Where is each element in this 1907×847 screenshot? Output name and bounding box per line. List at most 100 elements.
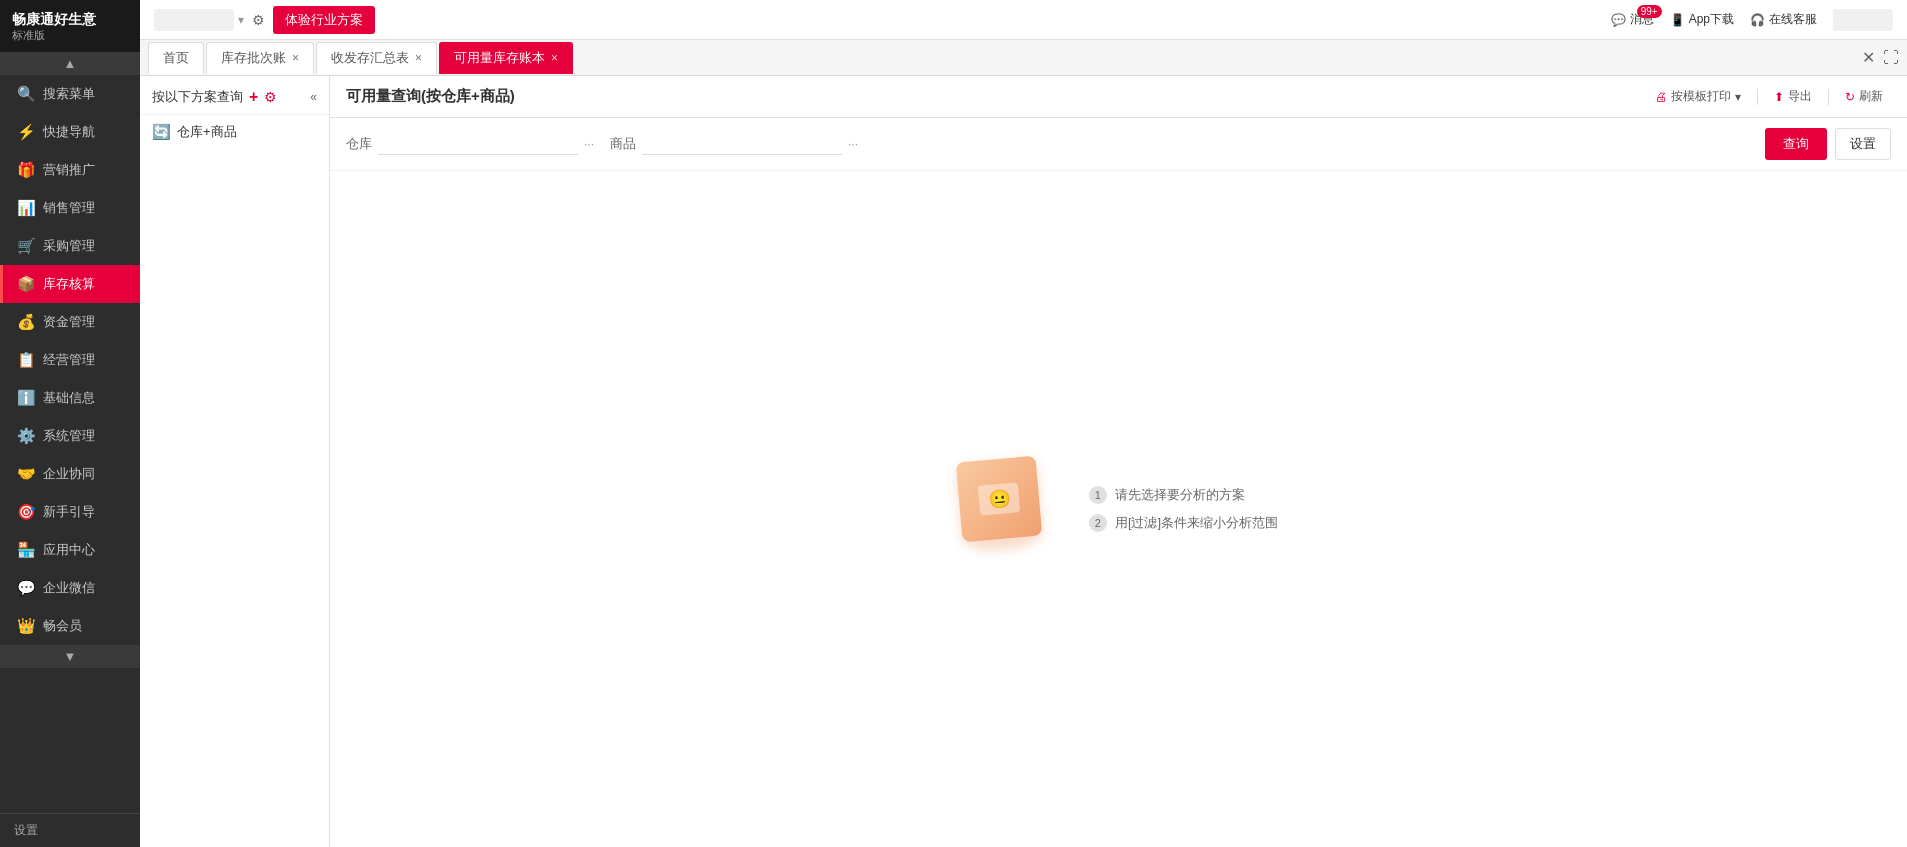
sidebar-item-quick-nav[interactable]: ⚡ 快捷导航 xyxy=(0,113,140,151)
trial-btn[interactable]: 体验行业方案 xyxy=(273,6,375,34)
topbar-chevron-icon[interactable]: ▾ xyxy=(238,13,244,27)
sidebar-item-system[interactable]: ⚙️ 系统管理 xyxy=(0,417,140,455)
refresh-label: 刷新 xyxy=(1859,88,1883,105)
tab-home-label: 首页 xyxy=(163,49,189,67)
search-icon: 🔍 xyxy=(17,85,35,103)
sidebar: 畅康通好生意 标准版 ▲ 🔍 搜索菜单 ⚡ 快捷导航 🎁 营销推广 📊 销售管理… xyxy=(0,0,140,847)
sidebar-item-enterprise[interactable]: 🤝 企业协同 xyxy=(0,455,140,493)
filter-item-warehouse-product[interactable]: 🔄 仓库+商品 xyxy=(140,115,329,149)
topbar: ▾ ⚙ 体验行业方案 💬 消息 99+ 📱 App下载 🎧 在线客服 xyxy=(140,0,1907,40)
message-btn[interactable]: 💬 消息 99+ xyxy=(1611,11,1654,28)
page-header: 可用量查询(按仓库+商品) 🖨 按模板打印 ▾ ⬆ 导出 ↻ xyxy=(330,76,1907,118)
tab-batch-account[interactable]: 库存批次账 × xyxy=(206,42,314,74)
tab-batch-account-close[interactable]: × xyxy=(292,51,299,65)
page-actions: 🖨 按模板打印 ▾ ⬆ 导出 ↻ 刷新 xyxy=(1647,84,1891,109)
action-divider-1 xyxy=(1757,89,1758,105)
sidebar-item-label: 畅会员 xyxy=(43,617,82,635)
sidebar-scroll-up[interactable]: ▲ xyxy=(0,52,140,75)
filter-panel-header: 按以下方案查询 + ⚙ « xyxy=(140,88,329,115)
query-actions: 查询 设置 xyxy=(1765,128,1891,160)
sidebar-item-newbie[interactable]: 🎯 新手引导 xyxy=(0,493,140,531)
enterprise-icon: 🤝 xyxy=(17,465,35,483)
hint-text-2: 用[过滤]条件来缩小分析范围 xyxy=(1115,514,1278,532)
sidebar-item-sales[interactable]: 📊 销售管理 xyxy=(0,189,140,227)
sidebar-item-label: 应用中心 xyxy=(43,541,95,559)
filter-add-icon[interactable]: + xyxy=(249,88,258,106)
tab-available-ledger-close[interactable]: × xyxy=(551,51,558,65)
query-bar: 仓库 ··· 商品 ··· 查询 设置 xyxy=(330,118,1907,171)
hint-item-2: 2 用[过滤]条件来缩小分析范围 xyxy=(1089,514,1278,532)
empty-face-icon: 😐 xyxy=(978,482,1020,515)
sidebar-item-appstore[interactable]: 🏪 应用中心 xyxy=(0,531,140,569)
sidebar-item-purchase[interactable]: 🛒 采购管理 xyxy=(0,227,140,265)
appstore-icon: 🏪 xyxy=(17,541,35,559)
vip-icon: 👑 xyxy=(17,617,35,635)
empty-icon-area: 😐 xyxy=(959,459,1059,559)
print-icon: 🖨 xyxy=(1655,90,1667,104)
query-btn[interactable]: 查询 xyxy=(1765,128,1827,160)
basic-icon: ℹ️ xyxy=(17,389,35,407)
product-input[interactable] xyxy=(642,133,842,155)
sidebar-item-wechat[interactable]: 💬 企业微信 xyxy=(0,569,140,607)
warehouse-label: 仓库 xyxy=(346,135,372,153)
message-badge: 99+ xyxy=(1637,5,1662,18)
product-field: 商品 ··· xyxy=(610,133,858,155)
close-window-icon[interactable]: ✕ xyxy=(1862,48,1875,67)
empty-hints: 1 请先选择要分析的方案 2 用[过滤]条件来缩小分析范围 xyxy=(1089,486,1278,532)
sidebar-item-marketing[interactable]: 🎁 营销推广 xyxy=(0,151,140,189)
empty-state: 😐 1 请先选择要分析的方案 2 用[过滤]条件来缩小分析范围 xyxy=(330,171,1907,847)
sidebar-item-label: 新手引导 xyxy=(43,503,95,521)
sidebar-item-inventory[interactable]: 📦 库存核算 xyxy=(0,265,140,303)
sidebar-item-operation[interactable]: 📋 经营管理 xyxy=(0,341,140,379)
sidebar-item-vip[interactable]: 👑 畅会员 xyxy=(0,607,140,645)
purchase-icon: 🛒 xyxy=(17,237,35,255)
app-download-btn[interactable]: 📱 App下载 xyxy=(1670,11,1734,28)
operation-icon: 📋 xyxy=(17,351,35,369)
tab-available-ledger[interactable]: 可用量库存账本 × xyxy=(439,42,573,74)
user-avatar-area[interactable] xyxy=(1833,9,1893,31)
sidebar-item-label: 系统管理 xyxy=(43,427,95,445)
sidebar-item-label: 资金管理 xyxy=(43,313,95,331)
tab-batch-account-label: 库存批次账 xyxy=(221,49,286,67)
app-download-label: App下载 xyxy=(1689,11,1734,28)
sidebar-item-label: 基础信息 xyxy=(43,389,95,407)
warehouse-more-btn[interactable]: ··· xyxy=(584,137,594,151)
hint-num-2: 2 xyxy=(1089,514,1107,532)
warehouse-input[interactable] xyxy=(378,133,578,155)
settings-btn[interactable]: 设置 xyxy=(1835,128,1891,160)
sidebar-item-finance[interactable]: 💰 资金管理 xyxy=(0,303,140,341)
online-service-btn[interactable]: 🎧 在线客服 xyxy=(1750,11,1817,28)
finance-icon: 💰 xyxy=(17,313,35,331)
sidebar-logo: 畅康通好生意 标准版 xyxy=(0,0,140,52)
message-icon: 💬 xyxy=(1611,13,1626,27)
hint-item-1: 1 请先选择要分析的方案 xyxy=(1089,486,1278,504)
warehouse-field: 仓库 ··· xyxy=(346,133,594,155)
quick-nav-icon: ⚡ xyxy=(17,123,35,141)
app-subtitle: 标准版 xyxy=(12,28,128,42)
sidebar-scroll-down[interactable]: ▼ xyxy=(0,645,140,668)
print-label: 按模板打印 xyxy=(1671,88,1731,105)
sidebar-item-label: 搜索菜单 xyxy=(43,85,95,103)
product-more-btn[interactable]: ··· xyxy=(848,137,858,151)
tab-receipt-summary[interactable]: 收发存汇总表 × xyxy=(316,42,437,74)
tab-receipt-summary-close[interactable]: × xyxy=(415,51,422,65)
empty-box: 😐 xyxy=(956,456,1043,543)
content-area: 按以下方案查询 + ⚙ « 🔄 仓库+商品 可用量查询(按仓库+商品) 🖨 按模… xyxy=(140,76,1907,847)
refresh-icon: ↻ xyxy=(1845,90,1855,104)
filter-settings-icon[interactable]: ⚙ xyxy=(264,89,277,105)
sidebar-item-search[interactable]: 🔍 搜索菜单 xyxy=(0,75,140,113)
print-btn[interactable]: 🖨 按模板打印 ▾ xyxy=(1647,84,1749,109)
hint-text-1: 请先选择要分析的方案 xyxy=(1115,486,1245,504)
expand-window-icon[interactable]: ⛶ xyxy=(1883,49,1899,67)
topbar-gear-icon[interactable]: ⚙ xyxy=(252,12,265,28)
export-label: 导出 xyxy=(1788,88,1812,105)
refresh-btn[interactable]: ↻ 刷新 xyxy=(1837,84,1891,109)
export-btn[interactable]: ⬆ 导出 xyxy=(1766,84,1820,109)
marketing-icon: 🎁 xyxy=(17,161,35,179)
filter-collapse-icon[interactable]: « xyxy=(310,90,317,104)
sidebar-item-basic[interactable]: ℹ️ 基础信息 xyxy=(0,379,140,417)
sidebar-settings[interactable]: 设置 xyxy=(0,813,140,847)
sidebar-item-label: 库存核算 xyxy=(43,275,95,293)
tab-home[interactable]: 首页 xyxy=(148,42,204,74)
sidebar-item-label: 企业微信 xyxy=(43,579,95,597)
